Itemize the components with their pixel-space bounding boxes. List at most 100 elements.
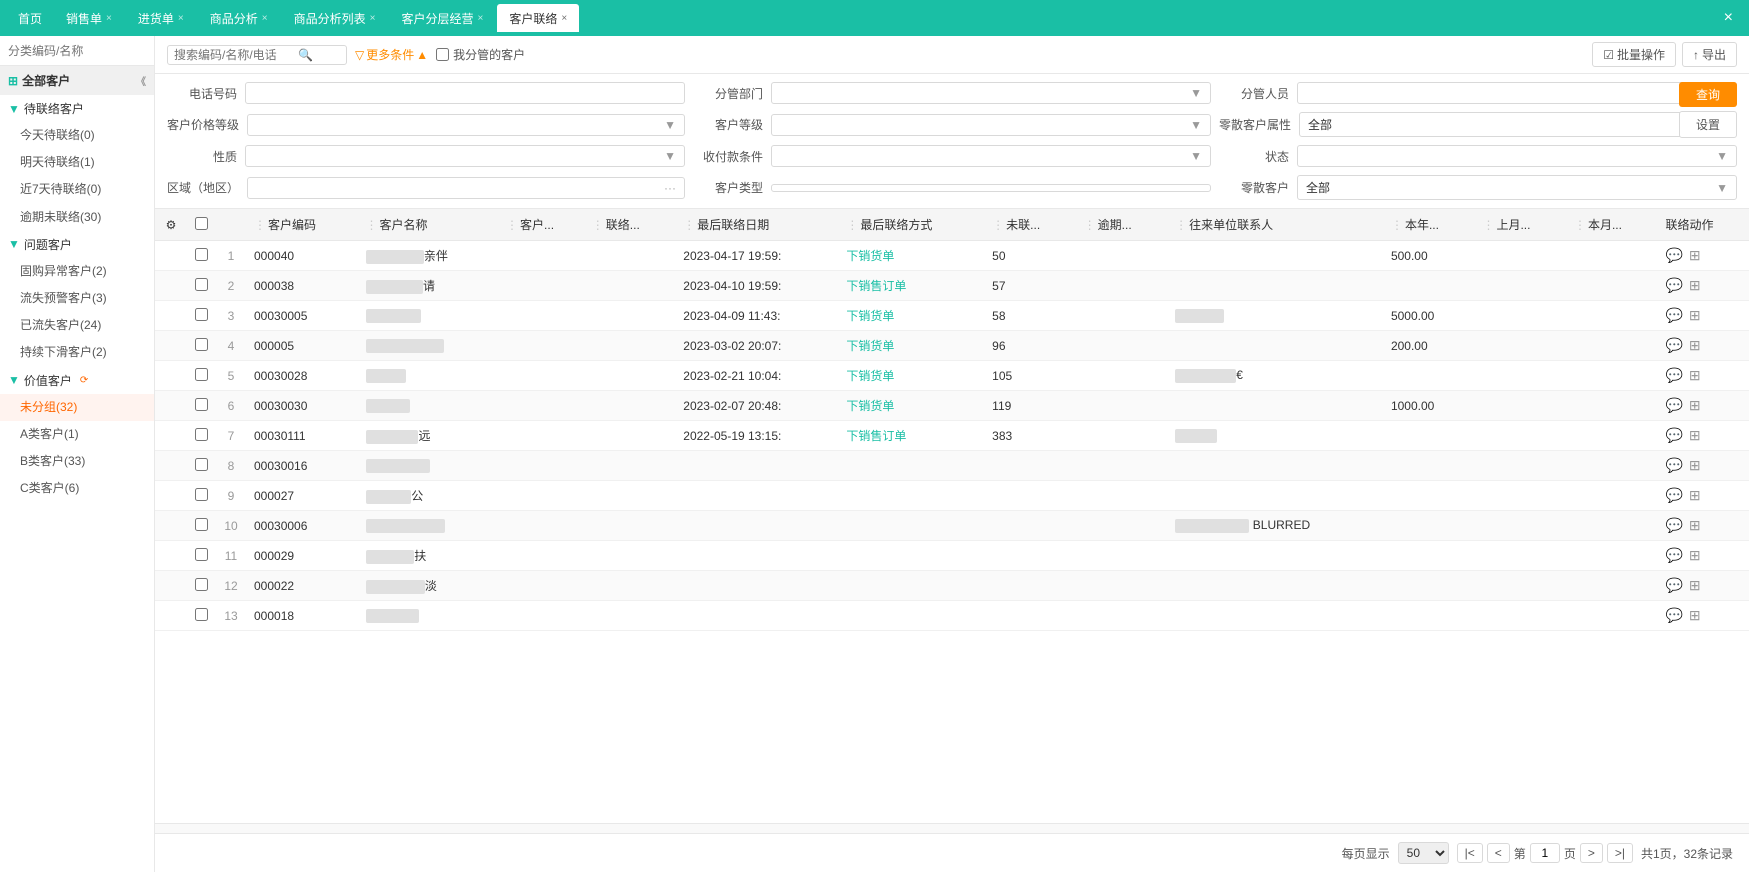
sidebar-search-box[interactable]: 🔍: [0, 36, 154, 66]
sidebar-item-1-2[interactable]: 已流失客户(24): [0, 312, 154, 339]
col-last-month[interactable]: ⋮上月...: [1474, 209, 1566, 241]
department-select[interactable]: ▼: [771, 82, 1211, 104]
row-checkbox[interactable]: [195, 338, 208, 351]
contact-method-link[interactable]: 下销售订单: [846, 279, 906, 293]
row-last-method[interactable]: [838, 601, 984, 631]
row-checkbox-cell[interactable]: [187, 391, 216, 421]
grid-action-icon[interactable]: ⊞: [1689, 427, 1701, 444]
col-name[interactable]: ⋮客户名称: [358, 209, 499, 241]
nav-home-tab[interactable]: 首页: [8, 10, 52, 27]
my-customers-filter[interactable]: 我分管的客户: [436, 46, 525, 63]
row-last-method[interactable]: [838, 541, 984, 571]
customer-level-select[interactable]: ▼: [771, 114, 1211, 136]
col-this-month[interactable]: ⋮本月...: [1566, 209, 1658, 241]
row-last-method[interactable]: 下销售订单: [838, 271, 984, 301]
chat-icon[interactable]: 💬: [1665, 547, 1682, 564]
row-checkbox-cell[interactable]: [187, 241, 216, 271]
row-checkbox[interactable]: [195, 428, 208, 441]
reset-button[interactable]: 设置: [1679, 111, 1737, 138]
sidebar-search-input[interactable]: [8, 44, 155, 58]
sidebar-group-header-0[interactable]: ▼ 待联络客户: [0, 95, 154, 122]
sidebar-item-0-0[interactable]: 今天待联络(0): [0, 122, 154, 149]
row-last-method[interactable]: 下销货单: [838, 301, 984, 331]
row-checkbox[interactable]: [195, 578, 208, 591]
status-select[interactable]: ▼: [1297, 145, 1737, 167]
chat-icon[interactable]: 💬: [1665, 577, 1682, 594]
grid-action-icon[interactable]: ⊞: [1689, 457, 1701, 474]
col-no-contact[interactable]: ⋮未联...: [984, 209, 1076, 241]
tab-close-icon[interactable]: ×: [561, 13, 567, 24]
filter-search-box[interactable]: 🔍: [167, 45, 347, 65]
retail-customer-select[interactable]: 全部 ▼: [1297, 175, 1737, 200]
per-page-select[interactable]: 5020100: [1398, 842, 1449, 864]
col-contact[interactable]: ⋮联络...: [584, 209, 676, 241]
row-checkbox-cell[interactable]: [187, 451, 216, 481]
sidebar-item-2-3[interactable]: C类客户(6): [0, 475, 154, 502]
chat-icon[interactable]: 💬: [1665, 307, 1682, 324]
grid-action-icon[interactable]: ⊞: [1689, 607, 1701, 624]
row-checkbox-cell[interactable]: [187, 481, 216, 511]
select-all-checkbox[interactable]: [195, 217, 208, 230]
row-last-method[interactable]: [838, 481, 984, 511]
row-checkbox-cell[interactable]: [187, 271, 216, 301]
grid-action-icon[interactable]: ⊞: [1689, 547, 1701, 564]
col-checkbox[interactable]: [187, 209, 216, 241]
grid-action-icon[interactable]: ⊞: [1689, 247, 1701, 264]
row-last-method[interactable]: 下销货单: [838, 391, 984, 421]
grid-action-icon[interactable]: ⊞: [1689, 397, 1701, 414]
row-checkbox-cell[interactable]: [187, 571, 216, 601]
filter-more-conditions[interactable]: ▽ 更多条件 ▲: [355, 46, 428, 63]
nav-tab-客户联络[interactable]: 客户联络×: [497, 4, 579, 32]
grid-action-icon[interactable]: ⊞: [1689, 487, 1701, 504]
grid-action-icon[interactable]: ⊞: [1689, 577, 1701, 594]
row-checkbox[interactable]: [195, 398, 208, 411]
contact-method-link[interactable]: 下销售订单: [846, 429, 906, 443]
col-code[interactable]: ⋮客户编码: [246, 209, 358, 241]
page-input[interactable]: [1530, 843, 1560, 863]
chat-icon[interactable]: 💬: [1665, 247, 1682, 264]
last-page-button[interactable]: >|: [1607, 843, 1633, 863]
retail-attr-select[interactable]: 全部 ▼: [1299, 112, 1737, 137]
horizontal-scrollbar[interactable]: [155, 823, 1749, 833]
sidebar-group-header-1[interactable]: ▼ 问题客户: [0, 231, 154, 258]
sidebar-item-1-0[interactable]: 固购异常客户(2): [0, 258, 154, 285]
row-checkbox[interactable]: [195, 518, 208, 531]
tab-close-icon[interactable]: ×: [178, 13, 184, 24]
col-last-method[interactable]: ⋮最后联络方式: [838, 209, 984, 241]
nav-tab-商品分析列表[interactable]: 商品分析列表×: [282, 4, 388, 32]
nature-select[interactable]: ▼: [245, 145, 685, 167]
sidebar-item-2-0[interactable]: 未分组(32): [0, 394, 154, 421]
row-checkbox[interactable]: [195, 308, 208, 321]
contact-method-link[interactable]: 下销货单: [846, 339, 894, 353]
row-checkbox-cell[interactable]: [187, 601, 216, 631]
nav-tab-销售单[interactable]: 销售单×: [54, 4, 124, 32]
nav-tab-商品分析[interactable]: 商品分析×: [198, 4, 280, 32]
tab-close-icon[interactable]: ×: [262, 13, 268, 24]
chat-icon[interactable]: 💬: [1665, 427, 1682, 444]
row-checkbox[interactable]: [195, 488, 208, 501]
row-checkbox-cell[interactable]: [187, 541, 216, 571]
sidebar-collapse-btn[interactable]: 《: [136, 73, 146, 88]
contact-method-link[interactable]: 下销货单: [846, 249, 894, 263]
chat-icon[interactable]: 💬: [1665, 367, 1682, 384]
row-checkbox-cell[interactable]: [187, 421, 216, 451]
chat-icon[interactable]: 💬: [1665, 457, 1682, 474]
grid-action-icon[interactable]: ⊞: [1689, 337, 1701, 354]
row-checkbox[interactable]: [195, 278, 208, 291]
row-last-method[interactable]: [838, 511, 984, 541]
row-last-method[interactable]: 下销货单: [838, 361, 984, 391]
row-checkbox-cell[interactable]: [187, 301, 216, 331]
customer-type-select[interactable]: [771, 184, 1211, 192]
chat-icon[interactable]: 💬: [1665, 487, 1682, 504]
chat-icon[interactable]: 💬: [1665, 337, 1682, 354]
col-unit-contact[interactable]: ⋮往来单位联系人: [1167, 209, 1383, 241]
phone-input[interactable]: [245, 82, 685, 104]
col-overdue[interactable]: ⋮逾期...: [1076, 209, 1168, 241]
row-checkbox-cell[interactable]: [187, 361, 216, 391]
export-button[interactable]: ↑ 导出: [1682, 42, 1737, 67]
sidebar-item-2-2[interactable]: B类客户(33): [0, 448, 154, 475]
sidebar-item-1-3[interactable]: 持续下滑客户(2): [0, 339, 154, 366]
first-page-button[interactable]: |<: [1457, 843, 1483, 863]
row-checkbox[interactable]: [195, 458, 208, 471]
chat-icon[interactable]: 💬: [1665, 277, 1682, 294]
